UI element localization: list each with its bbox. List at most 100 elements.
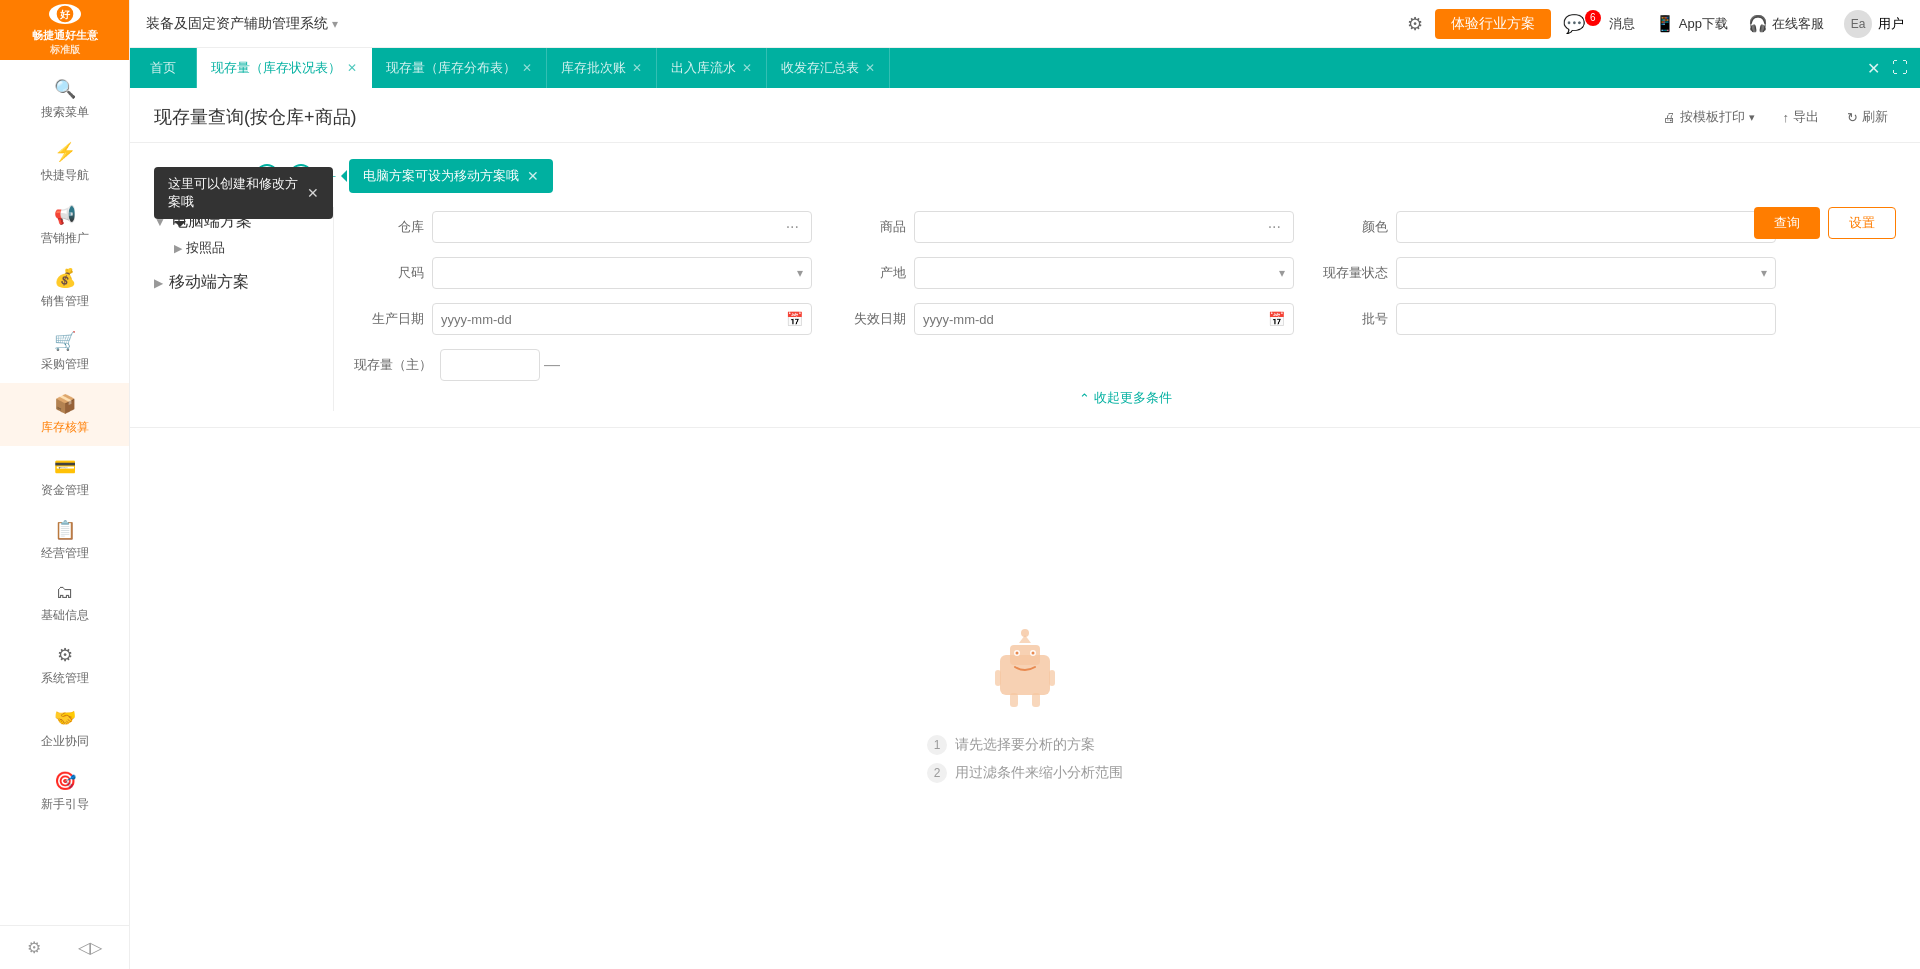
search-menu-icon: 🔍 [54, 78, 76, 100]
mobile-scheme-header: ▶ 移动端方案 [154, 268, 313, 297]
expiry-date-input[interactable]: 📅 [914, 303, 1294, 335]
sidebar-item-operation[interactable]: 📋 经营管理 [0, 509, 129, 572]
sidebar-item-purchase[interactable]: 🛒 采购管理 [0, 320, 129, 383]
message-item[interactable]: 💬 6 消息 [1563, 13, 1635, 35]
sidebar-item-search-menu[interactable]: 🔍 搜索菜单 [0, 68, 129, 131]
stock-main-label: 现存量（主） [354, 356, 432, 374]
production-date-field[interactable] [441, 312, 783, 327]
sidebar-item-inventory[interactable]: 📦 库存核算 [0, 383, 129, 446]
marketing-icon: 📢 [54, 204, 76, 226]
expand-tabs-btn[interactable]: ⛶ [1892, 59, 1908, 77]
online-service-item[interactable]: 🎧 在线客服 [1748, 14, 1824, 33]
tab-close-inventory-batch[interactable]: ✕ [632, 61, 642, 75]
scheme-item-按照品[interactable]: ▶ 按照品 [174, 236, 313, 260]
tab-inventory-dist[interactable]: 现存量（库存分布表） ✕ [372, 48, 547, 88]
collapse-sidebar-btn[interactable]: ◁▷ [78, 938, 102, 957]
svg-rect-3 [1010, 645, 1040, 665]
tab-receive-summary[interactable]: 收发存汇总表 ✕ [767, 48, 890, 88]
sales-icon: 💰 [54, 267, 76, 289]
batch-no-input[interactable] [1396, 303, 1776, 335]
warehouse-select[interactable]: ··· [432, 211, 812, 243]
sidebar-item-marketing[interactable]: 📢 营销推广 [0, 194, 129, 257]
filter-top: 按以下方案查询 + ✎ ← 电脑方案可设为移动方案哦 ✕ [154, 159, 1896, 193]
tab-close-inventory-status[interactable]: ✕ [347, 61, 357, 75]
sidebar-item-basic-info[interactable]: 🗂 基础信息 [0, 572, 129, 634]
settings-footer-btn[interactable]: ⚙ [27, 938, 41, 957]
service-icon: 🎧 [1748, 14, 1768, 33]
filter-area: 按以下方案查询 + ✎ ← 电脑方案可设为移动方案哦 ✕ [130, 143, 1920, 428]
content-area: 现存量查询(按仓库+商品) 🖨 按模板打印 ▾ ↑ 导出 ↻ 刷新 [130, 88, 1920, 969]
sidebar-item-enterprise[interactable]: 🤝 企业协同 [0, 697, 129, 760]
sidebar-item-quick-nav[interactable]: ⚡ 快捷导航 [0, 131, 129, 194]
tab-close-inventory-dist[interactable]: ✕ [522, 61, 532, 75]
reset-btn[interactable]: 设置 [1828, 207, 1896, 239]
sidebar-item-sales[interactable]: 💰 销售管理 [0, 257, 129, 320]
goods-select[interactable]: ··· [914, 211, 1294, 243]
stock-main-range: — [440, 349, 812, 381]
phone-icon: 📱 [1655, 14, 1675, 33]
tooltip1-close-btn[interactable]: ✕ [527, 168, 539, 184]
size-chevron: ▾ [797, 266, 803, 280]
close-all-tabs-btn[interactable]: ✕ [1867, 59, 1880, 78]
tab-inventory-batch[interactable]: 库存批次账 ✕ [547, 48, 657, 88]
system-chevron-icon: ▾ [332, 17, 338, 31]
tab-in-out-flow[interactable]: 出入库流水 ✕ [657, 48, 767, 88]
color-select[interactable]: ▾ [1396, 211, 1776, 243]
collapse-row: ⌃ 收起更多条件 [354, 381, 1896, 411]
goods-label: 商品 [836, 218, 906, 236]
sidebar-item-system[interactable]: ⚙ 系统管理 [0, 634, 129, 697]
tabbar: 首页 现存量（库存状况表） ✕ 现存量（库存分布表） ✕ 库存批次账 ✕ 出入库… [130, 48, 1920, 88]
quick-nav-icon: ⚡ [54, 141, 76, 163]
expiry-date-field[interactable] [923, 312, 1265, 327]
empty-tip-2: 2 用过滤条件来缩小分析范围 [927, 763, 1123, 783]
scheme-list-panel: 这里可以创建和修改方案哦 ✕ ▼ 电脑端方案 ▶ 按照品 [154, 207, 334, 411]
expiry-date-cal-icon: 📅 [1268, 311, 1285, 327]
sidebar: 好 畅捷通好生意 标准版 🔍 搜索菜单 ⚡ 快捷导航 📢 营销推广 💰 销售管理… [0, 0, 130, 969]
stock-status-select[interactable]: ▾ [1396, 257, 1776, 289]
tooltip1-container: 电脑方案可设为移动方案哦 ✕ [349, 159, 553, 193]
color-label: 颜色 [1318, 218, 1388, 236]
export-btn[interactable]: ↑ 导出 [1775, 104, 1828, 130]
origin-select[interactable]: ▾ [914, 257, 1294, 289]
warehouse-label: 仓库 [354, 218, 424, 236]
sidebar-item-finance[interactable]: 💳 资金管理 [0, 446, 129, 509]
topbar-settings-icon[interactable]: ⚙ [1407, 13, 1423, 35]
topbar-right: 💬 6 消息 📱 App下载 🎧 在线客服 Ea 用户 [1563, 10, 1904, 38]
production-date-cal-icon: 📅 [786, 311, 803, 327]
desktop-scheme-children: ▶ 按照品 [174, 236, 313, 260]
production-date-label: 生产日期 [354, 310, 424, 328]
filter-area-inner: 按以下方案查询 + ✎ ← 电脑方案可设为移动方案哦 ✕ [154, 159, 1896, 411]
collapse-btn[interactable]: ⌃ 收起更多条件 [1079, 389, 1172, 407]
expiry-date-label: 失效日期 [836, 310, 906, 328]
app-download-item[interactable]: 📱 App下载 [1655, 14, 1728, 33]
enterprise-icon: 🤝 [54, 707, 76, 729]
filter-production-date: 生产日期 📅 [354, 303, 812, 335]
inventory-icon: 📦 [54, 393, 76, 415]
production-date-input[interactable]: 📅 [432, 303, 812, 335]
page-header: 现存量查询(按仓库+商品) 🖨 按模板打印 ▾ ↑ 导出 ↻ 刷新 [130, 88, 1920, 143]
page-actions: 🖨 按模板打印 ▾ ↑ 导出 ↻ 刷新 [1655, 104, 1897, 130]
filter-stock-main: 现存量（主） — [354, 349, 812, 381]
range-dash: — [544, 356, 560, 374]
svg-point-7 [1032, 651, 1035, 654]
user-avatar: Ea [1844, 10, 1872, 38]
tab-close-in-out-flow[interactable]: ✕ [742, 61, 752, 75]
tab-home[interactable]: 首页 [130, 48, 197, 88]
svg-rect-8 [995, 670, 1001, 686]
search-btn[interactable]: 查询 [1754, 207, 1820, 239]
operation-icon: 📋 [54, 519, 76, 541]
refresh-btn[interactable]: ↻ 刷新 [1839, 104, 1896, 130]
stock-status-label: 现存量状态 [1318, 264, 1388, 282]
stock-status-chevron: ▾ [1761, 266, 1767, 280]
tooltip2-close-btn[interactable]: ✕ [307, 185, 319, 201]
stock-main-min[interactable] [440, 349, 540, 381]
tab-inventory-status[interactable]: 现存量（库存状况表） ✕ [197, 48, 372, 88]
industry-btn[interactable]: 体验行业方案 [1435, 9, 1551, 39]
print-btn[interactable]: 🖨 按模板打印 ▾ [1655, 104, 1763, 130]
mobile-scheme-group: ▶ 移动端方案 [154, 268, 313, 297]
size-select[interactable]: ▾ [432, 257, 812, 289]
sidebar-item-guide[interactable]: 🎯 新手引导 [0, 760, 129, 823]
user-menu[interactable]: Ea 用户 [1844, 10, 1904, 38]
purchase-icon: 🛒 [54, 330, 76, 352]
tab-close-receive-summary[interactable]: ✕ [865, 61, 875, 75]
